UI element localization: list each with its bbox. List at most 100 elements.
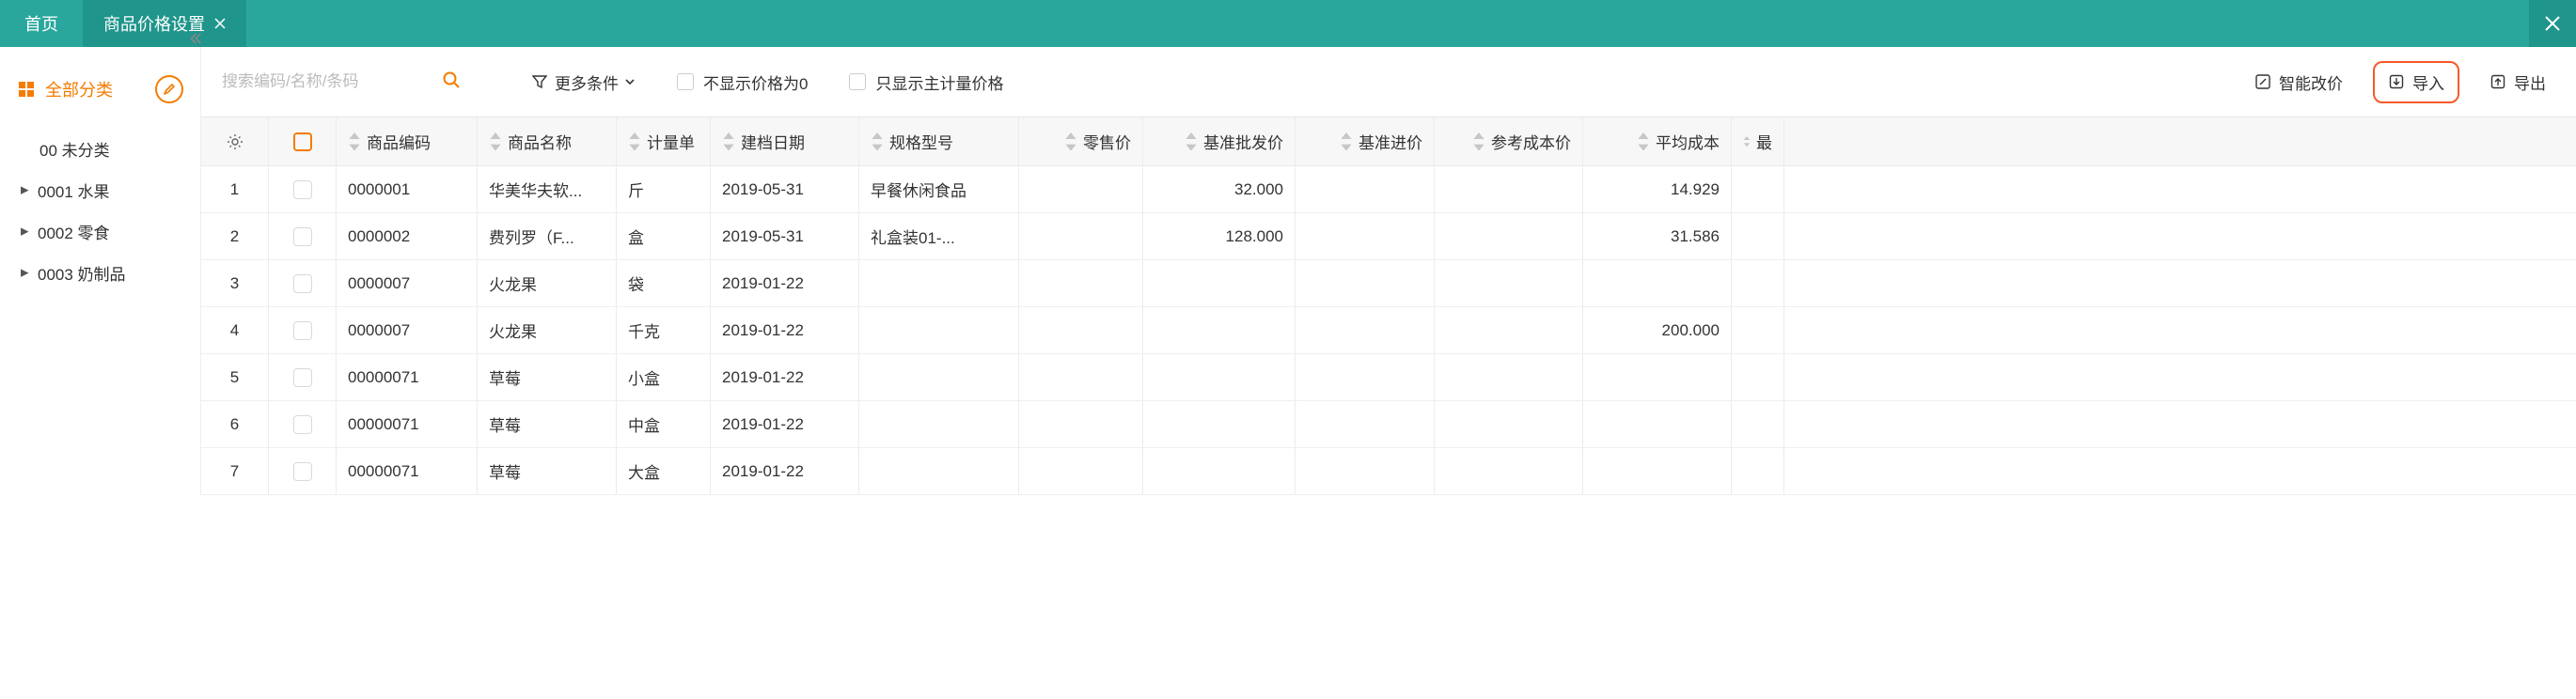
col-avg-cost[interactable]: 平均成本 [1583,117,1732,165]
cell-ref-cost[interactable] [1435,213,1583,259]
cell-last[interactable] [1732,260,1784,306]
cell-checkbox[interactable] [269,448,337,494]
table-row[interactable]: 7 00000071 草莓 大盒 2019-01-22 [201,448,2576,495]
cell-avg-cost[interactable]: 200.000 [1583,307,1732,353]
smart-price-button[interactable]: 智能改价 [2245,65,2352,100]
search-input[interactable] [218,65,464,99]
cell-wholesale[interactable] [1143,260,1296,306]
chevron-left-double-icon [188,31,203,46]
cell-purchase[interactable] [1296,166,1435,212]
cell-purchase[interactable] [1296,307,1435,353]
table-row[interactable]: 4 0000007 火龙果 千克 2019-01-22 200.000 [201,307,2576,354]
cell-retail[interactable] [1019,401,1143,447]
cell-avg-cost[interactable] [1583,448,1732,494]
checkbox-icon [293,368,312,387]
cell-checkbox[interactable] [269,260,337,306]
collapse-sidebar-button[interactable] [188,31,203,46]
tab-home[interactable]: 首页 [0,0,83,47]
col-last[interactable]: 最 [1732,117,1784,165]
cell-code: 0000001 [337,166,478,212]
col-label: 最 [1756,130,1772,153]
col-ref-cost[interactable]: 参考成本价 [1435,117,1583,165]
cell-last[interactable] [1732,354,1784,400]
col-purchase[interactable]: 基准进价 [1296,117,1435,165]
cell-last[interactable] [1732,213,1784,259]
col-unit[interactable]: 计量单 [617,117,711,165]
cell-retail[interactable] [1019,448,1143,494]
export-button[interactable]: 导出 [2480,65,2555,100]
cell-avg-cost[interactable] [1583,401,1732,447]
edit-price-icon [2254,73,2271,90]
col-label: 平均成本 [1656,130,1720,153]
col-date[interactable]: 建档日期 [711,117,859,165]
col-spec[interactable]: 规格型号 [859,117,1019,165]
cell-last[interactable] [1732,166,1784,212]
tree-item-snacks[interactable]: ▸ 0002 零食 [0,210,200,252]
tree-item-dairy[interactable]: ▸ 0003 奶制品 [0,252,200,293]
cell-checkbox[interactable] [269,213,337,259]
tree-item-label: 0003 奶制品 [38,261,126,285]
table-row[interactable]: 6 00000071 草莓 中盒 2019-01-22 [201,401,2576,448]
cell-purchase[interactable] [1296,260,1435,306]
close-tab-icon[interactable] [214,18,226,29]
col-retail[interactable]: 零售价 [1019,117,1143,165]
search-icon[interactable] [442,70,461,89]
cell-ref-cost[interactable] [1435,260,1583,306]
cell-retail[interactable] [1019,166,1143,212]
cell-retail[interactable] [1019,307,1143,353]
cell-last[interactable] [1732,401,1784,447]
caret-right-icon: ▸ [21,222,34,241]
import-button[interactable]: 导入 [2373,61,2459,103]
close-all-button[interactable] [2529,0,2576,47]
cell-checkbox[interactable] [269,401,337,447]
cell-checkbox[interactable] [269,354,337,400]
cell-ref-cost[interactable] [1435,401,1583,447]
cell-last[interactable] [1732,448,1784,494]
cell-ref-cost[interactable] [1435,448,1583,494]
only-main-unit-checkbox[interactable]: 只显示主计量价格 [849,70,1003,94]
cell-avg-cost[interactable] [1583,354,1732,400]
edit-category-button[interactable] [155,75,183,103]
tab-product-price-settings[interactable]: 商品价格设置 [83,0,246,47]
checkbox-icon [293,132,312,151]
cell-purchase[interactable] [1296,401,1435,447]
cell-checkbox[interactable] [269,307,337,353]
table-row[interactable]: 3 0000007 火龙果 袋 2019-01-22 [201,260,2576,307]
tree-item-uncategorized[interactable]: 00 未分类 [0,128,200,169]
col-wholesale[interactable]: 基准批发价 [1143,117,1296,165]
cell-retail[interactable] [1019,260,1143,306]
cell-wholesale[interactable]: 32.000 [1143,166,1296,212]
table-row[interactable]: 5 00000071 草莓 小盒 2019-01-22 [201,354,2576,401]
main-panel: 更多条件 不显示价格为0 只显示主计量价格 智能改价 导入 [201,47,2576,495]
tree-item-fruit[interactable]: ▸ 0001 水果 [0,169,200,210]
col-label: 计量单 [647,130,695,153]
select-all-checkbox[interactable] [269,117,337,165]
cell-purchase[interactable] [1296,448,1435,494]
cell-purchase[interactable] [1296,213,1435,259]
cell-wholesale[interactable] [1143,354,1296,400]
cell-ref-cost[interactable] [1435,354,1583,400]
cell-avg-cost[interactable]: 31.586 [1583,213,1732,259]
cell-wholesale[interactable] [1143,307,1296,353]
cell-retail[interactable] [1019,213,1143,259]
cell-purchase[interactable] [1296,354,1435,400]
cell-avg-cost[interactable]: 14.929 [1583,166,1732,212]
table-row[interactable]: 2 0000002 费列罗（F... 盒 2019-05-31 礼盒装01-..… [201,213,2576,260]
cell-retail[interactable] [1019,354,1143,400]
cell-last[interactable] [1732,307,1784,353]
cell-wholesale[interactable]: 128.000 [1143,213,1296,259]
cell-checkbox[interactable] [269,166,337,212]
more-conditions-button[interactable]: 更多条件 [532,70,636,94]
cell-date: 2019-05-31 [711,166,859,212]
cell-avg-cost[interactable] [1583,260,1732,306]
table-row[interactable]: 1 0000001 华美华夫软... 斤 2019-05-31 早餐休闲食品 3… [201,166,2576,213]
cell-wholesale[interactable] [1143,448,1296,494]
cell-spec: 早餐休闲食品 [859,166,1019,212]
cell-ref-cost[interactable] [1435,307,1583,353]
col-code[interactable]: 商品编码 [337,117,478,165]
column-settings[interactable] [201,117,269,165]
col-name[interactable]: 商品名称 [478,117,617,165]
hide-zero-price-checkbox[interactable]: 不显示价格为0 [677,70,808,94]
cell-wholesale[interactable] [1143,401,1296,447]
cell-ref-cost[interactable] [1435,166,1583,212]
